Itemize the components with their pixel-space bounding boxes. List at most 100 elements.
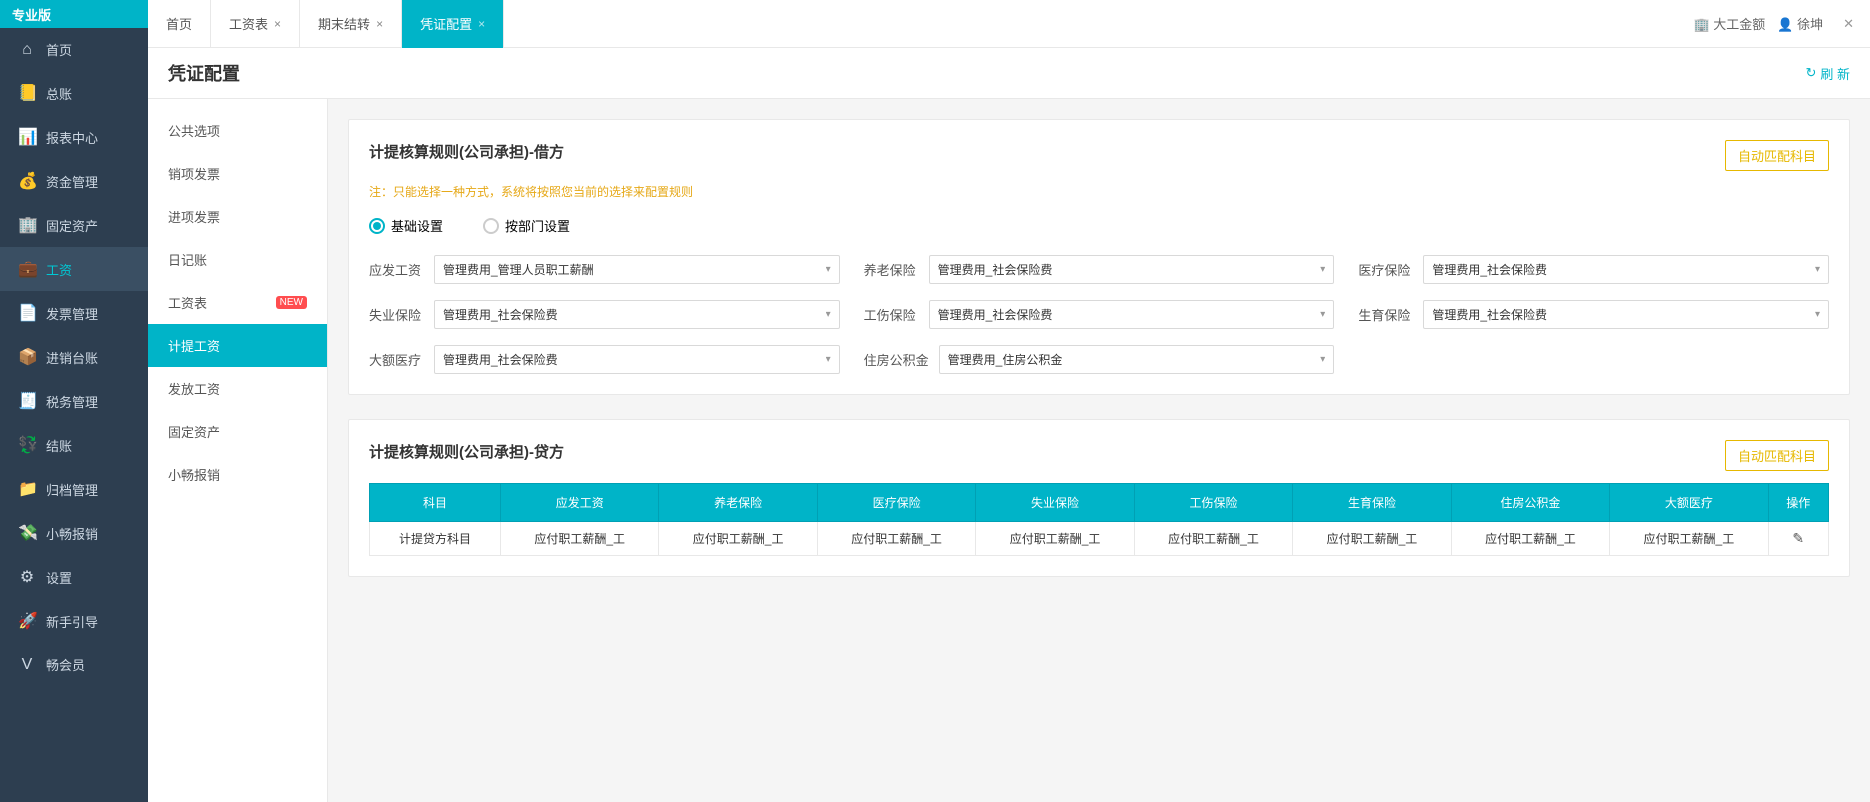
table-row: 计提贷方科目应付职工薪酬_工应付职工薪酬_工应付职工薪酬_工应付职工薪酬_工应付… xyxy=(370,522,1829,556)
radio-basic[interactable]: 基础设置 xyxy=(369,216,443,235)
sidebar-item-settings[interactable]: ⚙设置 xyxy=(0,555,148,599)
sidebar-item-fixed-assets[interactable]: 🏢固定资产 xyxy=(0,203,148,247)
tab-close-btn[interactable]: × xyxy=(478,17,485,31)
left-nav-item-sales-invoice[interactable]: 销项发票 xyxy=(148,152,327,195)
sidebar-item-new-guide[interactable]: 🚀新手引导 xyxy=(0,599,148,643)
field-select[interactable]: 管理费用_社会保险费 ▾ xyxy=(1423,300,1829,329)
refresh-button[interactable]: ↻ 刷 新 xyxy=(1805,64,1850,83)
archive-management-icon: 📁 xyxy=(18,479,36,499)
left-nav-label: 发放工资 xyxy=(168,379,220,398)
sidebar-item-settlement[interactable]: 💱结账 xyxy=(0,423,148,467)
sidebar-item-archive-management[interactable]: 📁归档管理 xyxy=(0,467,148,511)
left-nav-item-accrual-salary[interactable]: 计提工资 xyxy=(148,324,327,367)
purchase-sale-icon: 📦 xyxy=(18,347,36,367)
sidebar-item-general-ledger[interactable]: 📒总账 xyxy=(0,71,148,115)
tab-label: 期末结转 xyxy=(318,14,370,33)
field-label: 医疗保险 xyxy=(1358,260,1413,279)
field-label: 大额医疗 xyxy=(369,350,424,369)
debit-auto-match-button[interactable]: 自动匹配科目 xyxy=(1725,140,1829,171)
sidebar-item-tax-management[interactable]: 🧾税务管理 xyxy=(0,379,148,423)
settings-icon: ⚙ xyxy=(18,567,36,587)
sidebar-item-invoice-management[interactable]: 📄发票管理 xyxy=(0,291,148,335)
xiaochang-expense-icon: 💸 xyxy=(18,523,36,543)
field-select[interactable]: 管理费用_社会保险费 ▾ xyxy=(929,255,1335,284)
tab-home[interactable]: 首页 xyxy=(148,0,211,48)
field-label: 失业保险 xyxy=(369,305,424,324)
table-cell[interactable]: 应付职工薪酬_工 xyxy=(500,522,658,556)
sidebar-item-purchase-sale[interactable]: 📦进销台账 xyxy=(0,335,148,379)
chevron-down-icon: ▾ xyxy=(826,309,831,320)
sidebar-item-xiaochang-expense[interactable]: 💸小畅报销 xyxy=(0,511,148,555)
table-action-cell[interactable]: ✎ xyxy=(1768,522,1828,556)
table-cell[interactable]: 应付职工薪酬_工 xyxy=(1610,522,1768,556)
report-center-icon: 📊 xyxy=(18,127,36,147)
sidebar-item-label: 报表中心 xyxy=(46,128,98,147)
sidebar-item-report-center[interactable]: 📊 报表中心 xyxy=(0,115,148,159)
table-cell[interactable]: 应付职工薪酬_工 xyxy=(976,522,1134,556)
new-guide-icon: 🚀 xyxy=(18,611,36,631)
edit-icon[interactable]: ✎ xyxy=(1792,530,1804,546)
chevron-down-icon: ▾ xyxy=(826,264,831,275)
sidebar-item-label: 税务管理 xyxy=(46,392,98,411)
table-cell[interactable]: 应付职工薪酬_工 xyxy=(817,522,975,556)
tab-period-close[interactable]: 期末结转 × xyxy=(300,0,402,48)
sidebar-item-home[interactable]: ⌂首页 xyxy=(0,28,148,71)
tab-payroll[interactable]: 工资表 × xyxy=(211,0,300,48)
field-select[interactable]: 管理费用_社会保险费 ▾ xyxy=(1423,255,1829,284)
credit-auto-match-button[interactable]: 自动匹配科目 xyxy=(1725,440,1829,471)
chevron-down-icon: ▾ xyxy=(1320,309,1325,320)
field-select[interactable]: 管理费用_社会保险费 ▾ xyxy=(929,300,1335,329)
debit-field-养老保险: 养老保险 管理费用_社会保险费 ▾ xyxy=(864,255,1335,284)
table-cell: 计提贷方科目 xyxy=(370,522,501,556)
topbar-close-btn[interactable]: ✕ xyxy=(1843,16,1870,32)
field-select[interactable]: 管理费用_管理人员职工薪酬 ▾ xyxy=(434,255,840,284)
left-nav-item-fixed-assets[interactable]: 固定资产 xyxy=(148,410,327,453)
credit-section: 计提核算规则(公司承担)-贷方 自动匹配科目 科目应发工资养老保险医疗保险失业保… xyxy=(348,419,1850,577)
radio-by-dept[interactable]: 按部门设置 xyxy=(483,216,570,235)
left-nav-item-xiaochang-expense[interactable]: 小畅报销 xyxy=(148,453,327,496)
field-select[interactable]: 管理费用_社会保险费 ▾ xyxy=(434,300,840,329)
field-select-value: 管理费用_社会保险费 xyxy=(1432,306,1547,323)
field-select-value: 管理费用_住房公积金 xyxy=(948,351,1063,368)
table-cell[interactable]: 应付职工薪酬_工 xyxy=(1451,522,1609,556)
tab-voucher-config[interactable]: 凭证配置 × xyxy=(402,0,504,48)
tab-label: 工资表 xyxy=(229,14,268,33)
tab-close-btn[interactable]: × xyxy=(376,17,383,31)
credit-section-title: 计提核算规则(公司承担)-贷方 xyxy=(369,441,564,462)
new-badge: NEW xyxy=(276,296,307,309)
left-nav-item-public-options[interactable]: 公共选项 xyxy=(148,109,327,152)
user-label: 👤 徐坤 xyxy=(1777,14,1823,33)
radio-by-dept-circle xyxy=(483,218,499,234)
left-nav-item-purchase-invoice[interactable]: 进项发票 xyxy=(148,195,327,238)
table-header: 大额医疗 xyxy=(1610,484,1768,522)
sidebar-item-label: 工资 xyxy=(46,260,72,279)
debit-field-失业保险: 失业保险 管理费用_社会保险费 ▾ xyxy=(369,300,840,329)
credit-table: 科目应发工资养老保险医疗保险失业保险工伤保险生育保险住房公积金大额医疗操作 计提… xyxy=(369,483,1829,556)
invoice-management-icon: 📄 xyxy=(18,303,36,323)
debit-section-title: 计提核算规则(公司承担)-借方 xyxy=(369,141,564,162)
field-select[interactable]: 管理费用_社会保险费 ▾ xyxy=(434,345,840,374)
left-nav-label: 销项发票 xyxy=(168,164,220,183)
tab-label: 凭证配置 xyxy=(420,14,472,33)
sidebar-item-member[interactable]: V畅会员 xyxy=(0,643,148,686)
left-nav-item-pay-salary[interactable]: 发放工资 xyxy=(148,367,327,410)
table-cell[interactable]: 应付职工薪酬_工 xyxy=(1134,522,1292,556)
sidebar-item-fund-management[interactable]: 💰资金管理 xyxy=(0,159,148,203)
sidebar-item-label: 畅会员 xyxy=(46,655,85,674)
table-header: 工伤保险 xyxy=(1134,484,1292,522)
field-select[interactable]: 管理费用_住房公积金 ▾ xyxy=(939,345,1335,374)
tab-close-btn[interactable]: × xyxy=(274,17,281,31)
chevron-down-icon: ▾ xyxy=(1320,264,1325,275)
left-nav-label: 小畅报销 xyxy=(168,465,220,484)
left-nav-item-journal[interactable]: 日记账 xyxy=(148,238,327,281)
left-nav-item-payroll-table[interactable]: 工资表NEW xyxy=(148,281,327,324)
sidebar-item-salary[interactable]: 💼工资 xyxy=(0,247,148,291)
chevron-down-icon: ▾ xyxy=(1815,264,1820,275)
table-cell[interactable]: 应付职工薪酬_工 xyxy=(659,522,817,556)
field-label: 养老保险 xyxy=(864,260,919,279)
radio-basic-label: 基础设置 xyxy=(391,216,443,235)
field-label: 工伤保险 xyxy=(864,305,919,324)
sidebar-item-label: 结账 xyxy=(46,436,72,455)
home-icon: ⌂ xyxy=(18,41,36,59)
table-cell[interactable]: 应付职工薪酬_工 xyxy=(1293,522,1451,556)
